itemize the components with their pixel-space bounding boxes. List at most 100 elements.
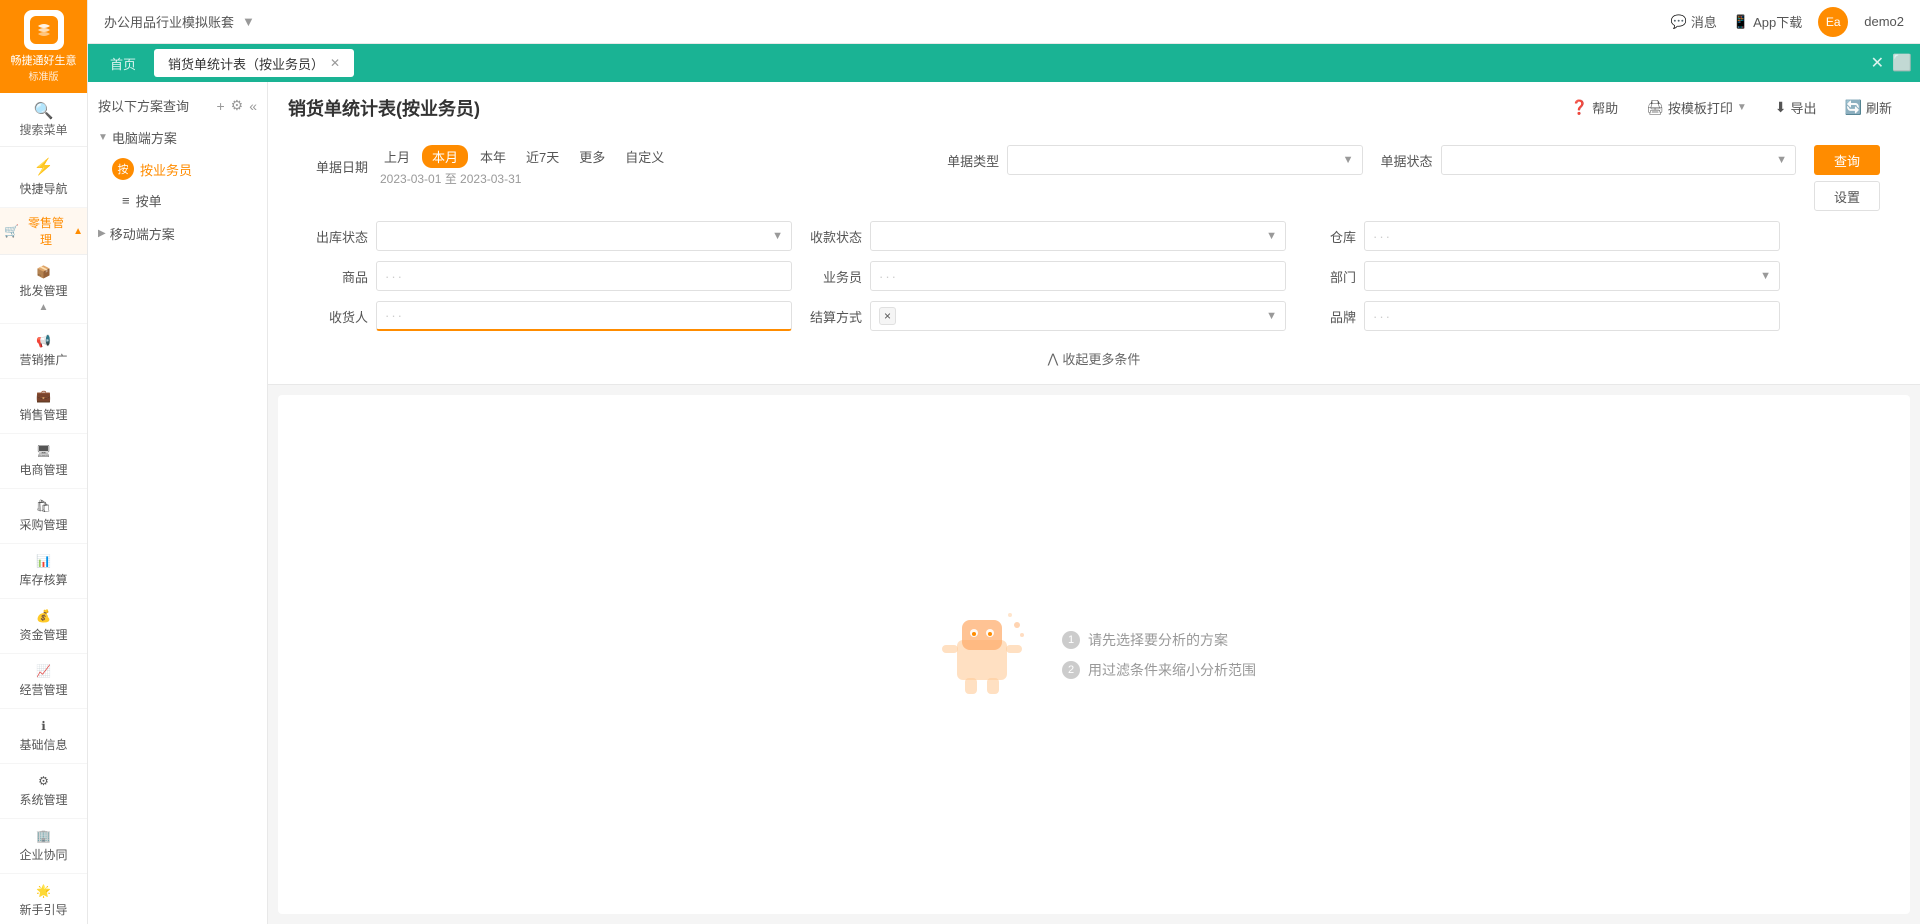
- chevron-up-icon: ▲: [73, 226, 83, 237]
- sidebar-item-basic-info[interactable]: ℹ 基础信息: [0, 709, 87, 764]
- logo-icon: [24, 10, 64, 50]
- date-tab-last-month[interactable]: 上月: [376, 145, 418, 168]
- page-title-row: 销货单统计表(按业务员) ❓ 帮助 🖨 按模板打印 ▼ ⬇: [288, 94, 1900, 121]
- brand-label: 品牌: [1296, 307, 1356, 326]
- download-icon: 📱: [1733, 14, 1749, 30]
- left-panel-header: 按以下方案查询 + ⚙ «: [88, 92, 267, 123]
- date-tab-custom[interactable]: 自定义: [617, 145, 672, 168]
- print-dropdown-icon: ▼: [1737, 102, 1747, 113]
- query-btn-group: 查询 设置: [1814, 145, 1880, 211]
- goods-input[interactable]: ···: [376, 261, 792, 291]
- consignee-label: 收货人: [308, 307, 368, 326]
- sales-icon: 💼: [36, 389, 51, 403]
- help-label: 帮助: [1592, 98, 1618, 117]
- goods-label: 商品: [308, 267, 368, 286]
- receipt-status-label: 收款状态: [802, 227, 862, 246]
- sidebar-item-system[interactable]: ⚙ 系统管理: [0, 764, 87, 819]
- logo-text: 畅捷通好生意: [11, 54, 77, 68]
- top-header: 办公用品行业模拟账套 ▼ 💬 消息 📱 App下载 Ea demo2: [88, 0, 1920, 44]
- operations-icon: 📈: [36, 664, 51, 678]
- tab-close-icon[interactable]: ✕: [330, 57, 340, 69]
- query-button[interactable]: 查询: [1814, 145, 1880, 175]
- empty-hint-1: 1 请先选择要分析的方案: [1062, 630, 1256, 650]
- settlement-input[interactable]: × ▼: [870, 301, 1286, 331]
- sidebar: 畅捷通好生意 标准版 🔍 搜索菜单 ⚡ 快捷导航 🛒 零售管理 ▲ 📦 批发管理…: [0, 0, 88, 924]
- user-initials: Ea: [1826, 15, 1841, 29]
- content-area: 按以下方案查询 + ⚙ « ▼ 电脑端方案 按 按业务员 ≡ 按: [88, 82, 1920, 924]
- collapse-btn[interactable]: ⋀ 收起更多条件: [1036, 345, 1153, 372]
- page-actions: ❓ 帮助 🖨 按模板打印 ▼ ⬇ 导出 🔄: [1563, 94, 1900, 121]
- sidebar-item-inventory[interactable]: 📊 库存核算: [0, 544, 87, 599]
- tab-sales-report[interactable]: 销货单统计表（按业务员） ✕: [154, 49, 354, 77]
- sidebar-item-label: 零售管理: [23, 214, 69, 248]
- settings-button[interactable]: 设置: [1814, 181, 1880, 211]
- scheme-group-desktop-title[interactable]: ▼ 电脑端方案: [88, 123, 267, 152]
- workspace-info: 办公用品行业模拟账套 ▼: [104, 12, 255, 31]
- dept-select[interactable]: ▼: [1364, 261, 1780, 291]
- print-icon: 🖨: [1646, 99, 1664, 116]
- warehouse-label: 仓库: [1296, 227, 1356, 246]
- basic-info-icon: ℹ: [41, 719, 46, 733]
- warehouse-input[interactable]: ···: [1364, 221, 1780, 251]
- add-scheme-icon[interactable]: +: [216, 98, 224, 114]
- workspace-dropdown-icon[interactable]: ▼: [242, 14, 255, 29]
- sidebar-item-guide[interactable]: 🌟 新手引导: [0, 874, 87, 924]
- help-btn[interactable]: ❓ 帮助: [1563, 94, 1626, 121]
- salesperson-input[interactable]: ···: [870, 261, 1286, 291]
- collapse-panel-icon[interactable]: «: [249, 98, 257, 114]
- sidebar-item-label: 批发管理: [19, 282, 67, 299]
- scheme-label: 按单: [136, 191, 162, 210]
- hint-text-1: 请先选择要分析的方案: [1088, 630, 1228, 650]
- scheme-group-mobile-title[interactable]: ▶ 移动端方案: [88, 219, 267, 248]
- filter-area: 单据日期 上月 本月 本年 近7天 更多 自定义 20: [288, 133, 1900, 384]
- scheme-item-by-salesperson[interactable]: 按 按业务员: [88, 152, 267, 186]
- sidebar-item-label: 系统管理: [19, 791, 67, 808]
- consignee-input[interactable]: ···: [376, 301, 792, 331]
- export-btn[interactable]: ⬇ 导出: [1767, 94, 1825, 121]
- refresh-btn[interactable]: 🔄 刷新: [1837, 94, 1900, 121]
- sidebar-item-purchase[interactable]: 🛍 采购管理: [0, 489, 87, 544]
- print-btn[interactable]: 🖨 按模板打印 ▼: [1638, 94, 1755, 121]
- sidebar-item-retail[interactable]: 🛒 零售管理 ▲: [0, 208, 87, 255]
- bill-status-label: 单据状态: [1373, 151, 1433, 170]
- group-label: 移动端方案: [110, 224, 175, 243]
- date-tab-more[interactable]: 更多: [571, 145, 613, 168]
- brand-input[interactable]: ···: [1364, 301, 1780, 331]
- sidebar-item-enterprise[interactable]: 🏢 企业协同: [0, 819, 87, 874]
- date-tab-current-month[interactable]: 本月: [422, 145, 468, 168]
- sidebar-item-label: 营销推广: [19, 351, 67, 368]
- sidebar-item-quick-nav[interactable]: ⚡ 快捷导航: [0, 147, 87, 208]
- sidebar-item-finance[interactable]: 💰 资金管理: [0, 599, 87, 654]
- sidebar-item-marketing[interactable]: 📢 营销推广: [0, 324, 87, 379]
- empty-hint-2: 2 用过滤条件来缩小分析范围: [1062, 660, 1256, 680]
- collapse-row: ⋀ 收起更多条件: [308, 337, 1880, 372]
- receipt-status-select[interactable]: ▼: [870, 221, 1286, 251]
- tab-home[interactable]: 首页: [96, 49, 150, 77]
- date-tab-current-year[interactable]: 本年: [472, 145, 514, 168]
- bill-type-select[interactable]: ▼: [1007, 145, 1362, 175]
- logo[interactable]: 畅捷通好生意 标准版: [0, 0, 87, 93]
- tab-bar: 首页 销货单统计表（按业务员） ✕ ✕ ⬜: [88, 44, 1920, 82]
- search-menu-item[interactable]: 🔍 搜索菜单: [0, 93, 87, 147]
- empty-illustration: [932, 605, 1032, 705]
- sidebar-item-wholesale[interactable]: 📦 批发管理 ▲: [0, 255, 87, 324]
- restore-icon[interactable]: ⬜: [1892, 53, 1912, 73]
- settings-scheme-icon[interactable]: ⚙: [231, 97, 244, 114]
- out-status-select[interactable]: ▼: [376, 221, 792, 251]
- bill-status-select[interactable]: ▼: [1441, 145, 1796, 175]
- refresh-label: 刷新: [1866, 98, 1892, 117]
- sidebar-item-operations[interactable]: 📈 经营管理: [0, 654, 87, 709]
- close-all-icon[interactable]: ✕: [1871, 53, 1884, 73]
- collapse-label: 收起更多条件: [1062, 349, 1140, 368]
- message-label: 消息: [1691, 12, 1717, 31]
- sidebar-item-ecommerce[interactable]: 🖥 电商管理: [0, 434, 87, 489]
- sidebar-item-sales[interactable]: 💼 销售管理: [0, 379, 87, 434]
- tag-x-close[interactable]: ×: [884, 309, 891, 323]
- settlement-label: 结算方式: [802, 307, 862, 326]
- scheme-item-by-order[interactable]: ≡ 按单: [88, 186, 267, 215]
- sidebar-item-label: 经营管理: [19, 681, 67, 698]
- app-download-btn[interactable]: 📱 App下载: [1733, 12, 1802, 31]
- avatar[interactable]: Ea: [1818, 7, 1848, 37]
- message-btn[interactable]: 💬 消息: [1671, 12, 1717, 31]
- date-tab-7days[interactable]: 近7天: [518, 145, 567, 168]
